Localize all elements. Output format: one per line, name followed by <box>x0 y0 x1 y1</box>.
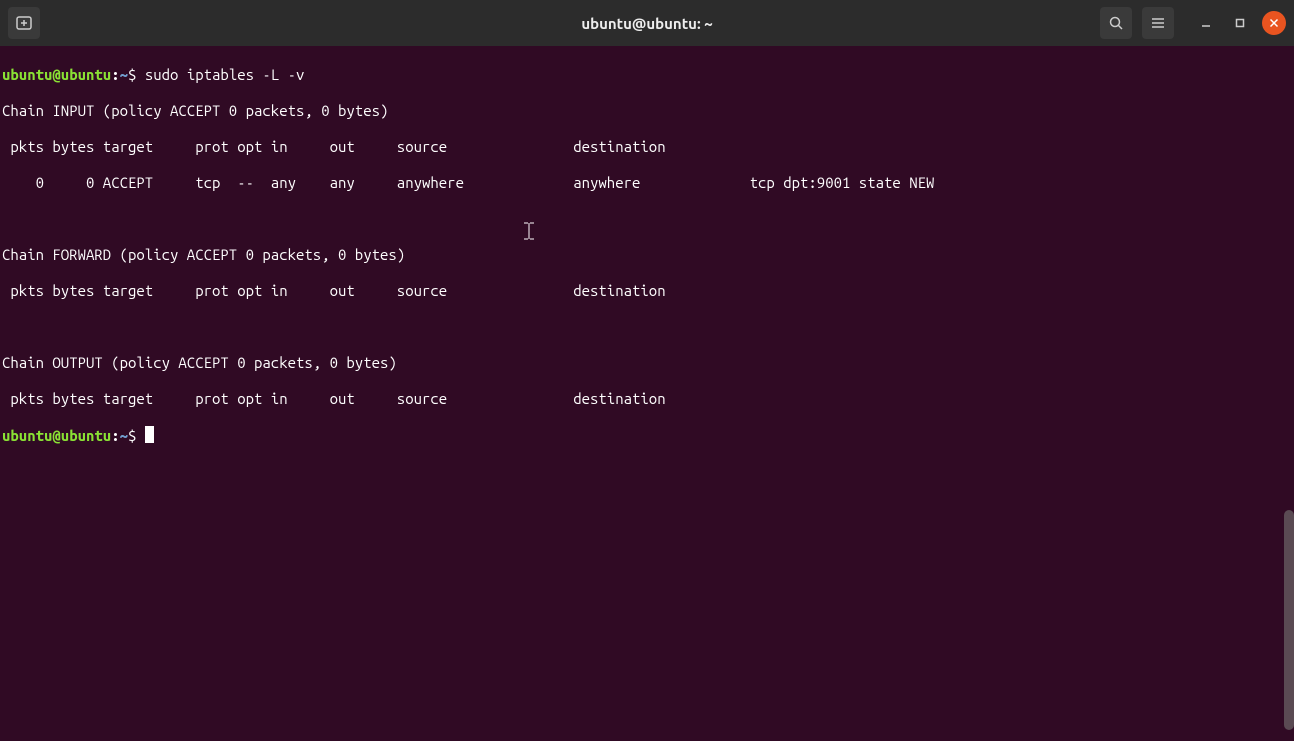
terminal-line: ubuntu@ubuntu:~$ <box>2 426 1292 445</box>
close-icon <box>1269 18 1279 28</box>
terminal-output-line: pkts bytes target prot opt in out source… <box>2 138 1292 156</box>
close-button[interactable] <box>1262 11 1286 35</box>
terminal-body[interactable]: ubuntu@ubuntu:~$ sudo iptables -L -v Cha… <box>0 46 1294 465</box>
minimize-button[interactable] <box>1194 11 1218 35</box>
terminal-output-line <box>2 210 1292 228</box>
menu-button[interactable] <box>1142 7 1174 39</box>
titlebar-left <box>8 7 40 39</box>
hamburger-icon <box>1150 15 1166 31</box>
terminal-output-line: Chain OUTPUT (policy ACCEPT 0 packets, 0… <box>2 354 1292 372</box>
new-tab-icon <box>15 14 33 32</box>
prompt-colon: : <box>111 66 119 83</box>
search-button[interactable] <box>1100 7 1132 39</box>
prompt-user: ubuntu@ubuntu <box>2 427 111 444</box>
titlebar: ubuntu@ubuntu: ~ <box>0 0 1294 46</box>
window-title: ubuntu@ubuntu: ~ <box>581 15 712 32</box>
terminal-cursor <box>145 426 154 443</box>
terminal-output-line <box>2 318 1292 336</box>
prompt-path: ~ <box>120 66 128 83</box>
terminal-output-line: Chain INPUT (policy ACCEPT 0 packets, 0 … <box>2 102 1292 120</box>
terminal-output-line: pkts bytes target prot opt in out source… <box>2 282 1292 300</box>
prompt-dollar: $ <box>128 427 145 444</box>
new-tab-button[interactable] <box>8 7 40 39</box>
command-text: sudo iptables -L -v <box>145 66 305 83</box>
prompt-colon: : <box>111 427 119 444</box>
search-icon <box>1108 15 1124 31</box>
vertical-scrollbar[interactable] <box>1284 510 1294 730</box>
minimize-icon <box>1200 17 1212 29</box>
prompt-user: ubuntu@ubuntu <box>2 66 111 83</box>
maximize-icon <box>1234 17 1246 29</box>
prompt-dollar: $ <box>128 66 145 83</box>
titlebar-right <box>1100 7 1286 39</box>
terminal-output-line: Chain FORWARD (policy ACCEPT 0 packets, … <box>2 246 1292 264</box>
terminal-output-line: pkts bytes target prot opt in out source… <box>2 390 1292 408</box>
prompt-path: ~ <box>120 427 128 444</box>
maximize-button[interactable] <box>1228 11 1252 35</box>
terminal-line: ubuntu@ubuntu:~$ sudo iptables -L -v <box>2 66 1292 84</box>
terminal-output-line: 0 0 ACCEPT tcp -- any any anywhere anywh… <box>2 174 1292 192</box>
